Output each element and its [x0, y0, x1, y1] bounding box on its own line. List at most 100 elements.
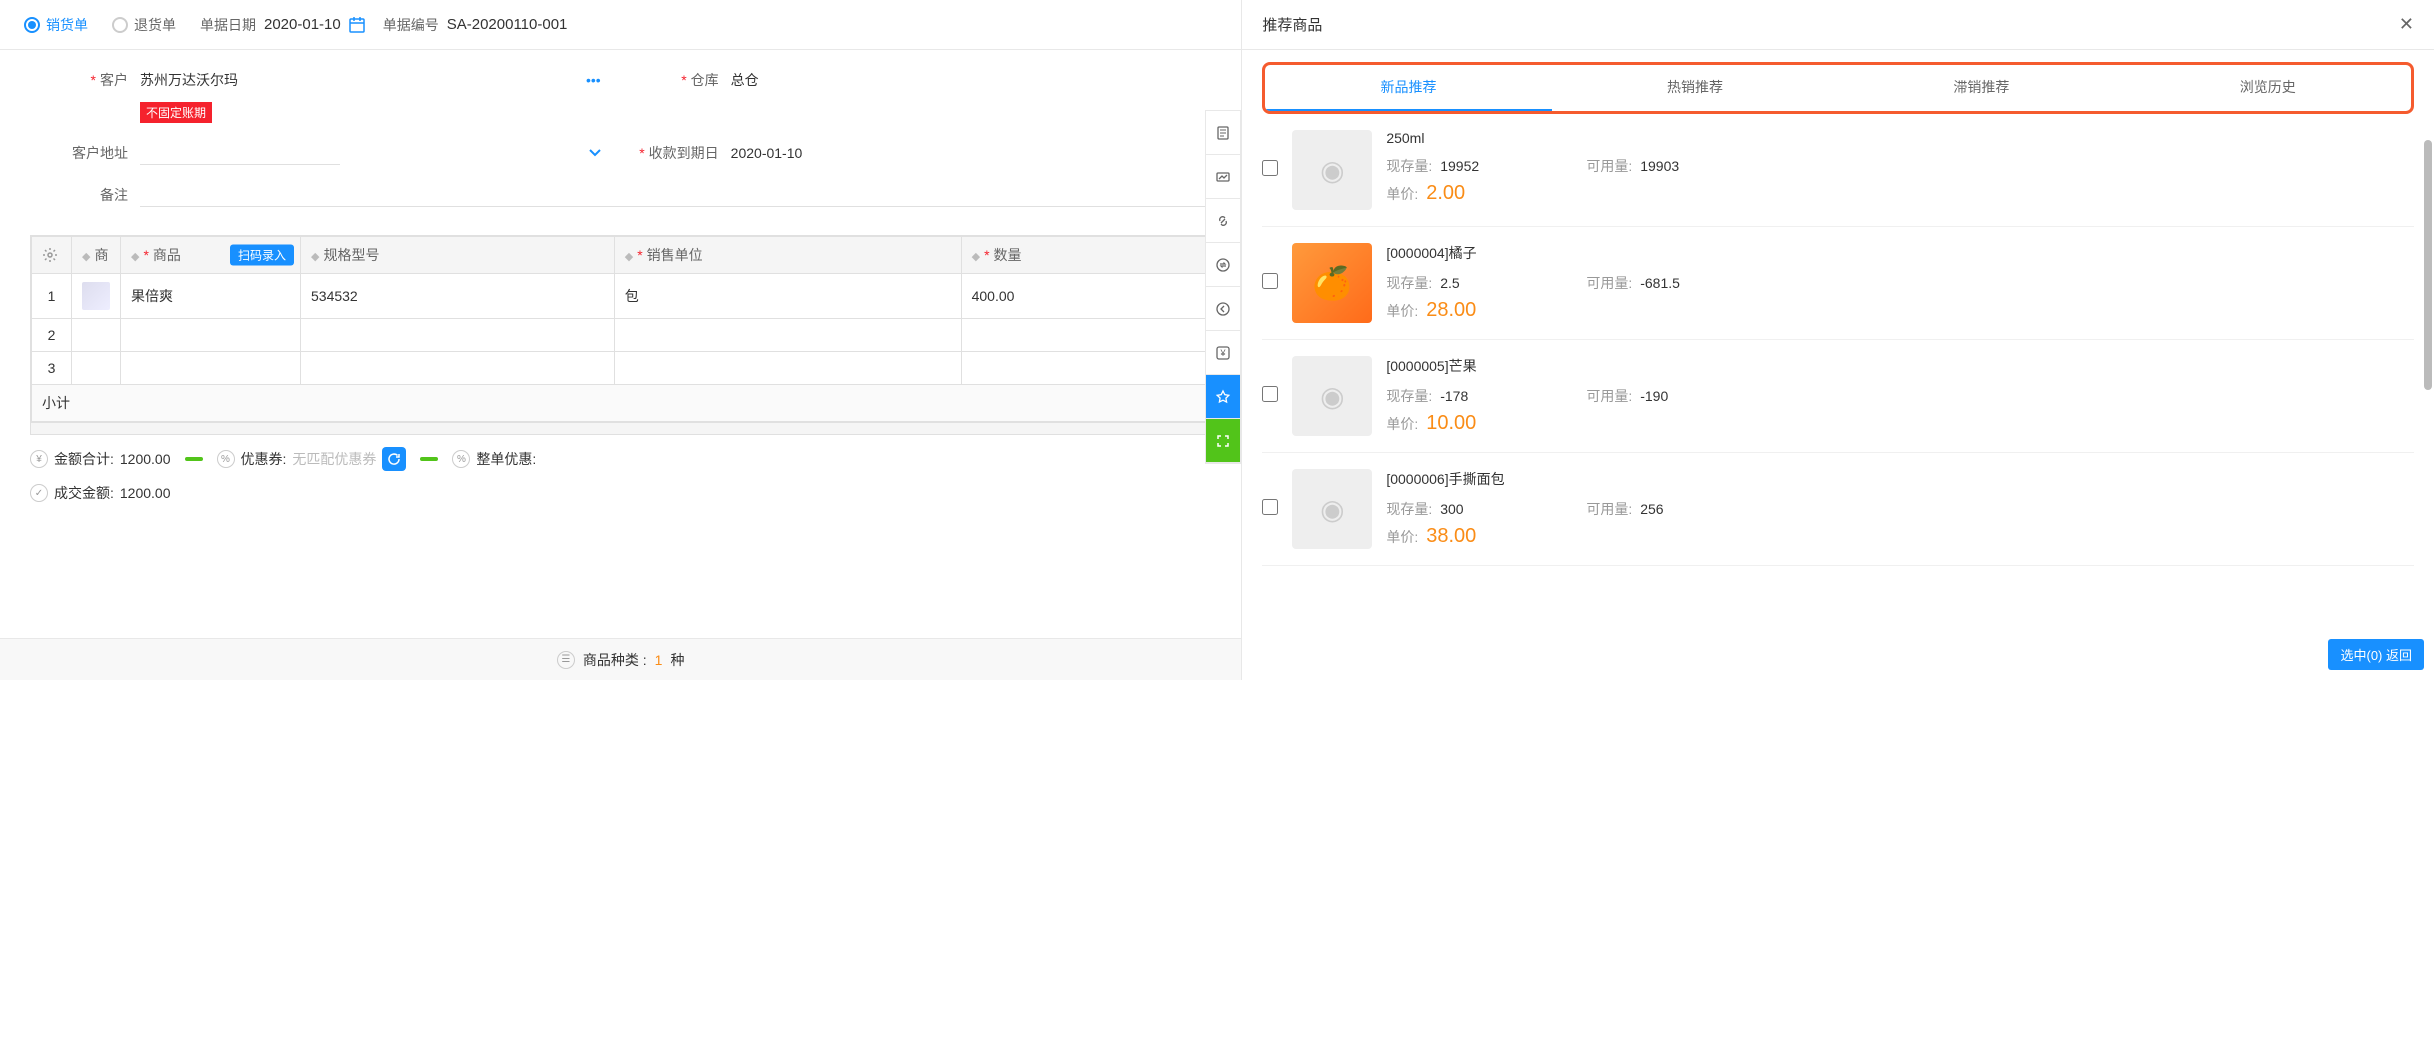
- rec-tab-hot[interactable]: 热销推荐: [1552, 65, 1838, 111]
- tab-return-label: 退货单: [134, 15, 176, 35]
- recommend-item[interactable]: ◉[0000006]手撕面包现存量:300可用量:256单价:38.00: [1262, 453, 2414, 566]
- rec-tab-history[interactable]: 浏览历史: [2125, 65, 2411, 111]
- table-row[interactable]: 1 果倍爽 534532 包 400.00: [32, 274, 1210, 319]
- tool-swap[interactable]: [1206, 243, 1240, 287]
- footer-bar: ☰ 商品种类 : 1 种: [0, 638, 1241, 680]
- discount-label: 整单优惠:: [476, 449, 536, 469]
- rec-tab-new[interactable]: 新品推荐: [1265, 65, 1551, 111]
- avail-label: 可用量:: [1586, 273, 1632, 293]
- cell-product[interactable]: 果倍爽: [121, 274, 301, 319]
- deal-icon: ✓: [30, 484, 48, 502]
- scan-entry-button[interactable]: 扫码录入: [230, 245, 294, 266]
- panel-header: 推荐商品 ✕: [1242, 0, 2434, 50]
- due-value[interactable]: 2020-01-10: [731, 145, 803, 161]
- tab-sales-label: 销货单: [46, 15, 88, 35]
- tool-doc[interactable]: [1206, 111, 1240, 155]
- col-product[interactable]: ◆*商品扫码录入: [121, 237, 301, 274]
- item-checkbox[interactable]: [1262, 160, 1278, 176]
- warehouse-value[interactable]: 总仓: [731, 70, 759, 90]
- customer-value[interactable]: 苏州万达沃尔玛: [140, 70, 238, 90]
- cell-qty[interactable]: 400.00: [961, 274, 1210, 319]
- remark-input[interactable]: [140, 183, 1211, 207]
- currency-icon: ¥: [30, 450, 48, 468]
- ellipsis-icon[interactable]: •••: [586, 72, 601, 88]
- price-value: 10.00: [1426, 412, 1476, 434]
- refresh-button[interactable]: [382, 447, 406, 471]
- sku-value: 1: [655, 652, 663, 668]
- product-image: ◉: [1292, 469, 1372, 549]
- table-row[interactable]: 2: [32, 319, 1210, 352]
- coupon-icon: %: [217, 450, 235, 468]
- doc-date-value[interactable]: 2020-01-10: [264, 16, 341, 33]
- item-checkbox[interactable]: [1262, 499, 1278, 515]
- addr-label: 客户地址: [72, 145, 128, 161]
- side-toolbar: ¥: [1205, 110, 1241, 464]
- subtotal-row: 小计: [32, 385, 1210, 422]
- radio-checked-icon: [24, 17, 40, 33]
- table-row[interactable]: 3: [32, 352, 1210, 385]
- recommend-list[interactable]: ◉250ml现存量:19952可用量:19903单价:2.00🍊[0000004…: [1242, 114, 2434, 680]
- item-name: [0000004]橘子: [1386, 243, 2414, 263]
- product-thumbnail: [82, 282, 110, 310]
- subtotal-label: 小计: [32, 385, 1210, 422]
- amount-label: 金额合计:: [54, 449, 114, 469]
- avail-value: -190: [1640, 388, 1668, 404]
- col-img[interactable]: ◆商: [72, 237, 121, 274]
- recommend-item[interactable]: ◉[0000005]芒果现存量:-178可用量:-190单价:10.00: [1262, 340, 2414, 453]
- customer-label: 客户: [100, 72, 128, 88]
- stock-value: 300: [1440, 501, 1463, 517]
- calendar-icon[interactable]: [349, 17, 365, 33]
- item-info: [0000006]手撕面包现存量:300可用量:256单价:38.00: [1386, 469, 2414, 548]
- addr-input[interactable]: [140, 141, 340, 165]
- item-info: [0000005]芒果现存量:-178可用量:-190单价:10.00: [1386, 356, 2414, 435]
- price-label: 单价:: [1386, 416, 1418, 432]
- coupon-placeholder[interactable]: 无匹配优惠券: [292, 449, 376, 469]
- panel-title: 推荐商品: [1262, 14, 1322, 35]
- tab-sales-order[interactable]: 销货单: [12, 15, 100, 35]
- amount-value: 1200.00: [120, 451, 171, 467]
- avail-value: 19903: [1640, 158, 1679, 174]
- horizontal-scrollbar[interactable]: [31, 422, 1210, 434]
- item-checkbox[interactable]: [1262, 273, 1278, 289]
- sku-icon: ☰: [557, 651, 575, 669]
- svg-text:¥: ¥: [1220, 348, 1227, 358]
- tool-star[interactable]: [1206, 375, 1240, 419]
- recommend-tabs: 新品推荐 热销推荐 滞销推荐 浏览历史: [1262, 62, 2414, 114]
- recommend-item[interactable]: 🍊[0000004]橘子现存量:2.5可用量:-681.5单价:28.00: [1262, 227, 2414, 340]
- coupon-label: 优惠券:: [241, 449, 287, 469]
- col-unit[interactable]: ◆*销售单位: [614, 237, 961, 274]
- price-value: 38.00: [1426, 525, 1476, 547]
- select-return-button[interactable]: 选中(0) 返回: [2328, 639, 2424, 670]
- tool-currency[interactable]: ¥: [1206, 331, 1240, 375]
- cell-unit[interactable]: 包: [614, 274, 961, 319]
- tool-link[interactable]: [1206, 199, 1240, 243]
- price-value: 2.00: [1426, 182, 1465, 204]
- recommend-item[interactable]: ◉250ml现存量:19952可用量:19903单价:2.00: [1262, 114, 2414, 227]
- close-icon[interactable]: ✕: [2399, 14, 2414, 35]
- chevron-down-icon[interactable]: [589, 149, 601, 157]
- tool-chart[interactable]: [1206, 155, 1240, 199]
- cell-spec[interactable]: 534532: [301, 274, 615, 319]
- item-info: 250ml现存量:19952可用量:19903单价:2.00: [1386, 130, 2414, 205]
- item-checkbox-wrap: [1262, 499, 1278, 518]
- col-qty[interactable]: ◆*数量: [961, 237, 1210, 274]
- gear-column[interactable]: [32, 237, 72, 274]
- tool-expand[interactable]: [1206, 419, 1240, 463]
- deal-value: 1200.00: [120, 485, 171, 501]
- totals-row: ¥ 金额合计: 1200.00 % 优惠券: 无匹配优惠券 % 整单优惠:: [0, 435, 1241, 483]
- col-spec[interactable]: ◆规格型号: [301, 237, 615, 274]
- vertical-scrollbar[interactable]: [2424, 140, 2432, 390]
- item-checkbox[interactable]: [1262, 386, 1278, 402]
- item-checkbox-wrap: [1262, 386, 1278, 405]
- tool-back[interactable]: [1206, 287, 1240, 331]
- gear-icon: [42, 247, 58, 263]
- price-label: 单价:: [1386, 186, 1418, 202]
- tab-return-order[interactable]: 退货单: [100, 15, 188, 35]
- stock-value: 2.5: [1440, 275, 1459, 291]
- avail-label: 可用量:: [1586, 156, 1632, 176]
- rec-tab-slow[interactable]: 滞销推荐: [1838, 65, 2124, 111]
- period-badge: 不固定账期: [140, 102, 212, 123]
- row-index: 3: [32, 352, 72, 385]
- due-label: 收款到期日: [649, 145, 719, 161]
- radio-unchecked-icon: [112, 17, 128, 33]
